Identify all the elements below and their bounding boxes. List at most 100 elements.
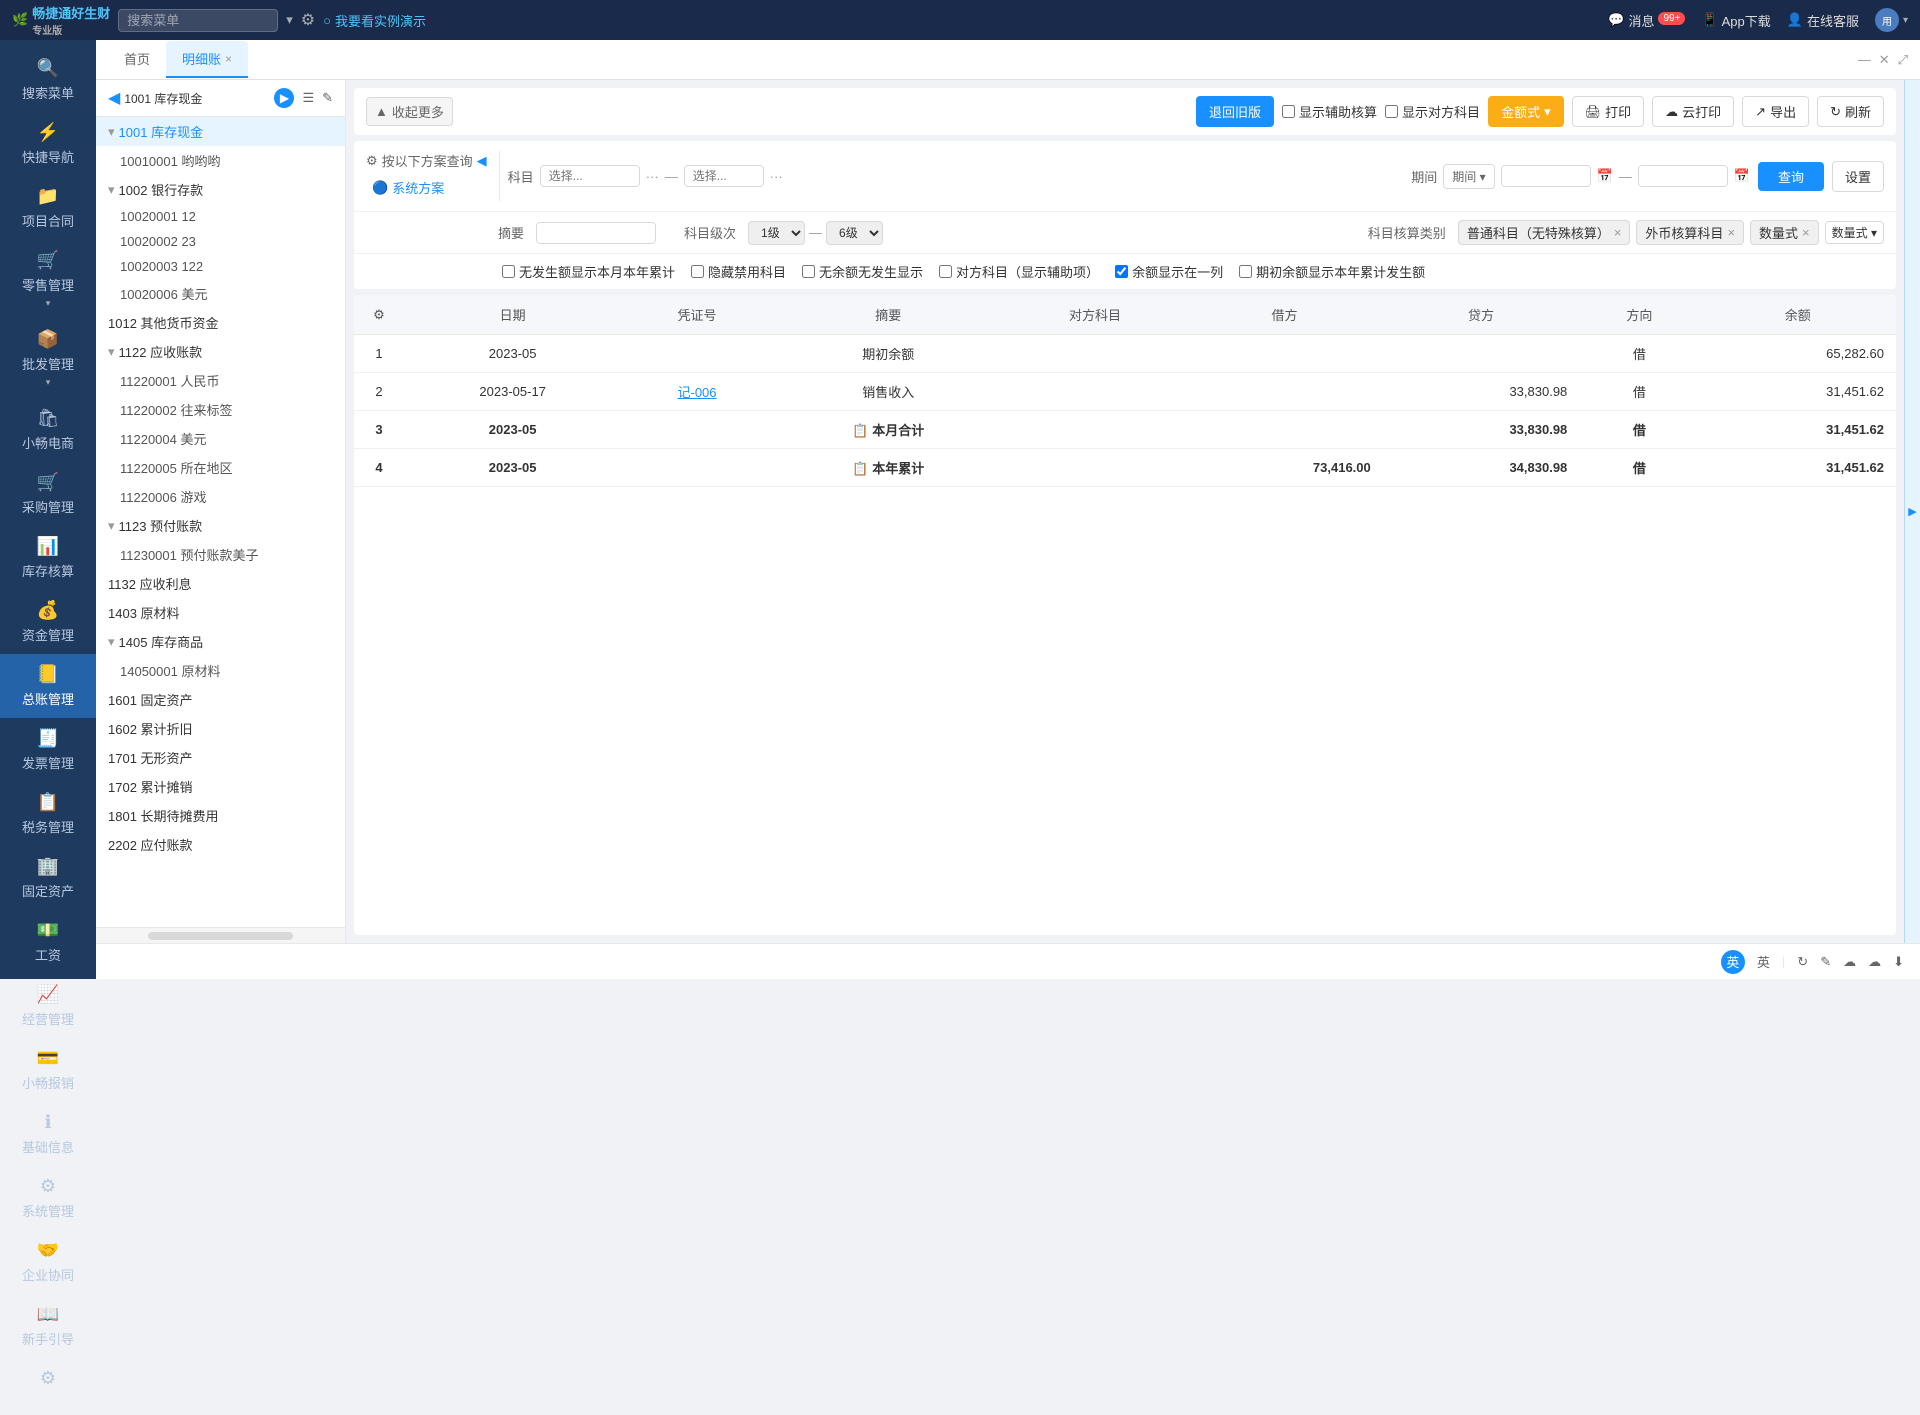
expand-scheme-icon[interactable]: ◀ [477, 153, 487, 169]
format-button[interactable]: 金额式 ▾ [1488, 96, 1564, 127]
tag-close-0[interactable]: × [1614, 225, 1622, 240]
tree-node-1405[interactable]: ▾ 1405 库存商品 [96, 627, 345, 656]
tree-node-11220002[interactable]: 11220002 往来标签 [96, 395, 345, 424]
tree-node-11220001[interactable]: 11220001 人民币 [96, 366, 345, 395]
system-scheme-item[interactable]: 🔵 系统方案 [366, 174, 487, 201]
sidebar-item-inventory[interactable]: 📊 库存核算 [0, 526, 96, 590]
tree-node-11220005[interactable]: 11220005 所在地区 [96, 453, 345, 482]
cloud-print-button[interactable]: ☁ 云打印 [1652, 96, 1734, 127]
tree-node-1701[interactable]: 1701 无形资产 [96, 743, 345, 772]
period-end-input[interactable]: 2023-05 [1638, 165, 1728, 187]
sidebar-item-ledger[interactable]: 📒 总账管理 [0, 654, 96, 718]
tree-node-1702[interactable]: 1702 累计摊销 [96, 772, 345, 801]
tab-close-button[interactable]: × [225, 52, 232, 66]
calendar-end-icon[interactable]: 📅 [1734, 168, 1750, 184]
sidebar-item-search[interactable]: 🔍 搜索菜单 [0, 48, 96, 112]
col-settings[interactable]: ⚙ [354, 295, 404, 335]
ellipsis-2[interactable]: ··· [770, 169, 783, 184]
sidebar-item-project[interactable]: 📁 项目合同 [0, 176, 96, 240]
accounts-scrollbar[interactable] [96, 927, 345, 943]
level-end-select[interactable]: 6级 [826, 221, 883, 245]
cb-no-balance-show[interactable]: 无余额无发生显示 [802, 262, 923, 281]
right-collapse-tab[interactable]: ▶ [1904, 80, 1920, 943]
sidebar-item-tax[interactable]: 📋 税务管理 [0, 782, 96, 846]
tree-node-1122[interactable]: ▾ 1122 应收账款 [96, 337, 345, 366]
sidebar-item-payroll[interactable]: 💵 工资 [0, 910, 96, 974]
cb-contra[interactable]: 对方科目（显示辅助项） [939, 262, 1099, 281]
cb-balance-one-col[interactable]: 余额显示在一列 [1115, 262, 1223, 281]
period-start-input[interactable]: 2023-05 [1501, 165, 1591, 187]
tree-node-1602[interactable]: 1602 累计折旧 [96, 714, 345, 743]
tab-minimize-icon[interactable]: — [1858, 52, 1871, 68]
cb-hide-disabled[interactable]: 隐藏禁用科目 [691, 262, 786, 281]
tab-close-icon[interactable]: ✕ [1879, 52, 1890, 68]
filter-settings-button[interactable]: 设置 [1832, 161, 1884, 192]
bottom-action-1[interactable]: 英 [1757, 952, 1770, 971]
top-search-input[interactable] [118, 9, 278, 32]
sidebar-item-collab[interactable]: 🤝 企业协同 [0, 1230, 96, 1294]
refresh-button[interactable]: ↻ 刷新 [1817, 96, 1884, 127]
voucher-link[interactable]: 记-006 [677, 385, 716, 400]
export-button[interactable]: ↗ 导出 [1742, 96, 1809, 127]
settings-table-icon[interactable]: ⚙ [373, 307, 385, 322]
bottom-action-cloud1[interactable]: ☁ [1843, 954, 1856, 970]
sidebar-item-finance[interactable]: 💰 资金管理 [0, 590, 96, 654]
print-button[interactable]: 🖨 打印 [1572, 96, 1645, 127]
bottom-action-edit[interactable]: ✎ [1820, 954, 1831, 970]
sidebar-item-wholesale[interactable]: 📦 批发管理 ▾ [0, 319, 96, 398]
tab-expand-icon[interactable]: ⤢ [1898, 52, 1908, 68]
sidebar-item-basics[interactable]: ℹ 基础信息 [0, 1102, 96, 1166]
cb-no-balance[interactable]: 无发生额显示本月本年累计 [502, 262, 675, 281]
bottom-action-refresh[interactable]: ↻ [1797, 954, 1808, 970]
user-avatar[interactable]: 用 ▾ [1875, 8, 1908, 32]
sidebar-item-system[interactable]: ⚙ 系统管理 [0, 1166, 96, 1230]
settings-icon[interactable]: ⚙ [301, 10, 315, 30]
language-switch-button[interactable]: 英 [1721, 950, 1745, 974]
sidebar-item-expense[interactable]: 💳 小畅报销 [0, 1038, 96, 1102]
tree-node-11220006[interactable]: 11220006 游戏 [96, 482, 345, 511]
sidebar-item-retail[interactable]: 🛒 零售管理 ▾ [0, 240, 96, 319]
tree-node-1001[interactable]: ▾ 1001 库存现金 [96, 117, 345, 146]
sidebar-item-quicknav[interactable]: ⚡ 快捷导航 [0, 112, 96, 176]
sidebar-item-assets[interactable]: 🏢 固定资产 [0, 846, 96, 910]
ellipsis-1[interactable]: ··· [646, 169, 659, 184]
bottom-action-cloud2[interactable]: ☁ [1868, 954, 1881, 970]
tree-node-1601[interactable]: 1601 固定资产 [96, 685, 345, 714]
tree-node-10020003[interactable]: 10020003 122 [96, 254, 345, 279]
tree-node-10020006[interactable]: 10020006 美元 [96, 279, 345, 308]
sidebar-item-invoice[interactable]: 🧾 发票管理 [0, 718, 96, 782]
tree-node-1123[interactable]: ▾ 1123 预付账款 [96, 511, 345, 540]
nav-right-icon[interactable]: ▶ [274, 88, 294, 108]
nav-left-icon[interactable]: ◀ [108, 88, 120, 108]
query-button[interactable]: 查询 [1758, 162, 1824, 191]
tree-node-1132[interactable]: 1132 应收利息 [96, 569, 345, 598]
message-button[interactable]: 💬 消息 99+ [1608, 11, 1685, 30]
subject-input[interactable] [540, 165, 640, 187]
tree-node-11230001[interactable]: 11230001 预付账款美子 [96, 540, 345, 569]
calendar-start-icon[interactable]: 📅 [1597, 168, 1613, 184]
tree-node-1012[interactable]: 1012 其他货币资金 [96, 308, 345, 337]
list-icon[interactable]: ☰ [302, 90, 314, 106]
tree-node-10020001[interactable]: 10020001 12 [96, 204, 345, 229]
tree-node-10010001[interactable]: 10010001 哟哟哟 [96, 146, 345, 175]
subject-input-2[interactable] [684, 165, 764, 187]
tree-node-1801[interactable]: 1801 长期待摊费用 [96, 801, 345, 830]
back-old-version-button[interactable]: 退回旧版 [1196, 96, 1274, 127]
cb-opening[interactable]: 期初余额显示本年累计发生额 [1239, 262, 1425, 281]
tree-node-10020002[interactable]: 10020002 23 [96, 229, 345, 254]
quantity-dropdown[interactable]: 数量式 ▾ [1825, 221, 1884, 244]
app-download-button[interactable]: 📱 App下载 [1701, 11, 1770, 30]
sidebar-item-management[interactable]: 📈 经营管理 [0, 974, 96, 1038]
tab-home[interactable]: 首页 [108, 41, 166, 78]
demo-button[interactable]: ○ 我要看实例演示 [323, 11, 426, 30]
tag-close-2[interactable]: × [1802, 225, 1810, 240]
tree-node-11220004[interactable]: 11220004 美元 [96, 424, 345, 453]
level-start-select[interactable]: 1级 [748, 221, 805, 245]
tag-close-1[interactable]: × [1727, 225, 1735, 240]
period-dropdown[interactable]: 期间 ▾ [1443, 164, 1494, 189]
edit-icon[interactable]: ✎ [322, 90, 333, 106]
online-service-button[interactable]: 👤 在线客服 [1787, 11, 1859, 30]
tree-node-1403[interactable]: 1403 原材料 [96, 598, 345, 627]
settings-scheme-icon[interactable]: ⚙ [366, 153, 378, 169]
show-aux-checkbox[interactable]: 显示辅助核算 [1282, 102, 1377, 121]
